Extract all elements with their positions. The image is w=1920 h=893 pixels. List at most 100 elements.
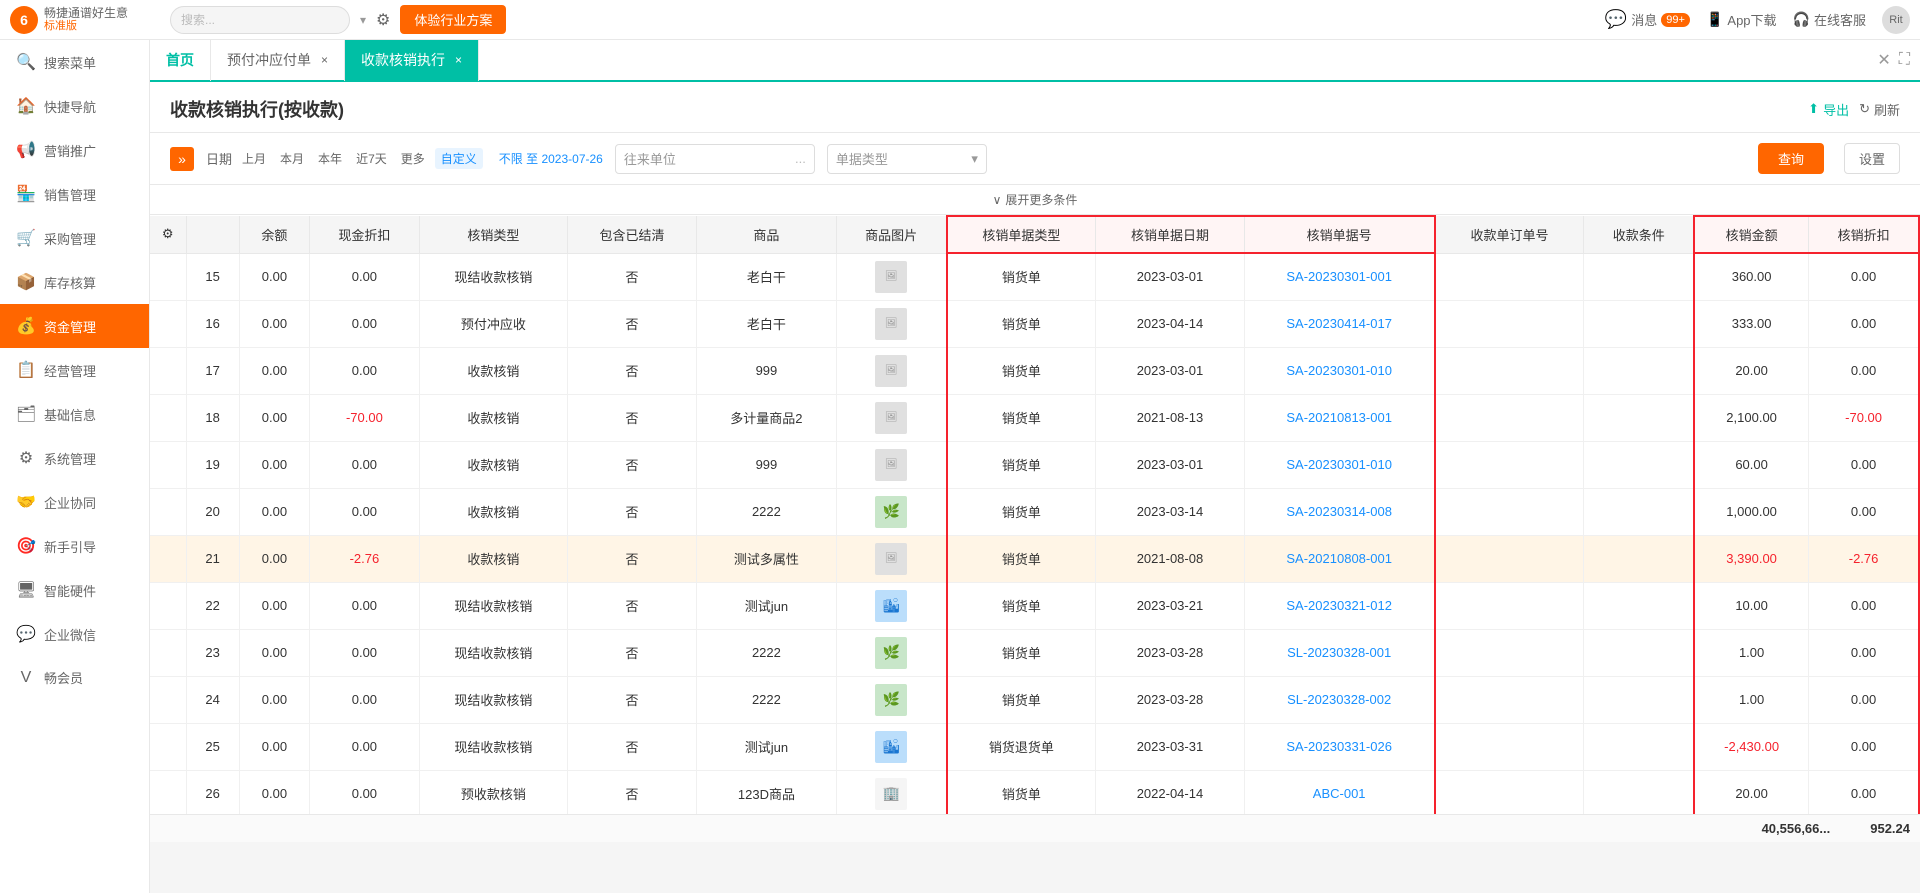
td-voucher-no[interactable]: SA-20230414-017 <box>1244 300 1434 347</box>
td-seq: 23 <box>186 629 239 676</box>
td-verify-amount: 60.00 <box>1694 441 1809 488</box>
td-receipt-condition <box>1584 629 1694 676</box>
voucher-no-link[interactable]: SA-20230314-008 <box>1286 504 1392 519</box>
table-row: 20 0.00 0.00 收款核销 否 2222 🌿 销货单 2023-03-1… <box>150 488 1919 535</box>
tab-prepay-label: 预付冲应付单 <box>227 50 311 70</box>
sidebar-item-wechat[interactable]: 💬 企业微信 <box>0 612 149 656</box>
tab-receipt[interactable]: 收款核销执行 × <box>345 40 479 81</box>
search-bar[interactable]: 搜索... <box>170 6 350 34</box>
sidebar-item-shortcut[interactable]: 🏠 快捷导航 <box>0 84 149 128</box>
tab-home[interactable]: 首页 <box>150 40 211 81</box>
date-opt-more[interactable]: 更多 <box>397 148 429 169</box>
td-cash-discount: 0.00 <box>310 441 419 488</box>
td-voucher-date: 2023-03-28 <box>1096 676 1244 723</box>
th-receipt-condition: 收款条件 <box>1584 216 1694 253</box>
td-voucher-no[interactable]: SA-20210813-001 <box>1244 394 1434 441</box>
sidebar-item-member[interactable]: V 畅会员 <box>0 656 149 699</box>
sales-icon: 🏪 <box>16 184 36 204</box>
voucher-no-link[interactable]: SL-20230328-001 <box>1287 645 1391 660</box>
voucher-type-select[interactable]: 单据类型 ▾ <box>827 144 987 174</box>
trial-button[interactable]: 体验行业方案 <box>400 5 506 34</box>
logo: 6 畅捷通谱好生意 标准版 <box>10 6 160 34</box>
td-settings <box>150 770 186 817</box>
online-service-link[interactable]: 🎧 在线客服 <box>1793 10 1866 29</box>
td-voucher-no[interactable]: SL-20230328-002 <box>1244 676 1434 723</box>
voucher-no-link[interactable]: SA-20230301-001 <box>1286 269 1392 284</box>
avatar[interactable]: Rit <box>1882 6 1910 34</box>
sidebar-item-label: 企业微信 <box>44 625 96 644</box>
sidebar-item-enterprise[interactable]: 🤝 企业协同 <box>0 480 149 524</box>
sidebar-item-marketing[interactable]: 📢 营销推广 <box>0 128 149 172</box>
td-verify-amount: -2,430.00 <box>1694 723 1809 770</box>
th-verify-amount: 核销金额 <box>1694 216 1809 253</box>
date-label: 日期 <box>206 149 232 168</box>
export-button[interactable]: ⬆ 导出 <box>1808 100 1849 119</box>
voucher-no-link[interactable]: SA-20230414-017 <box>1286 316 1392 331</box>
sidebar-item-search[interactable]: 🔍 搜索菜单 <box>0 40 149 84</box>
sidebar-item-basic[interactable]: 🗂 基础信息 <box>0 392 149 436</box>
tab-prepay[interactable]: 预付冲应付单 × <box>211 40 345 81</box>
voucher-no-link[interactable]: SA-20210808-001 <box>1286 551 1392 566</box>
unit-input[interactable]: 往来单位 ... <box>615 144 815 174</box>
settings-icon[interactable]: ⚙ <box>376 10 390 30</box>
date-opt-last-month[interactable]: 上月 <box>238 148 270 169</box>
sidebar-item-smart[interactable]: 🖥 智能硬件 <box>0 568 149 612</box>
voucher-no-link[interactable]: SA-20210813-001 <box>1286 410 1392 425</box>
td-voucher-date: 2022-04-14 <box>1096 770 1244 817</box>
td-cash-discount: 0.00 <box>310 676 419 723</box>
td-settings <box>150 676 186 723</box>
close-tab-prepay[interactable]: × <box>321 53 328 67</box>
td-product: 测试jun <box>697 723 837 770</box>
td-voucher-no[interactable]: ABC-001 <box>1244 770 1434 817</box>
tab-home-label: 首页 <box>166 50 194 70</box>
td-voucher-no[interactable]: SL-20230328-001 <box>1244 629 1434 676</box>
refresh-button[interactable]: ↻ 刷新 <box>1859 100 1900 119</box>
voucher-no-link[interactable]: SL-20230328-002 <box>1287 692 1391 707</box>
sidebar-item-guide[interactable]: 🎯 新手引导 <box>0 524 149 568</box>
close-window-icon[interactable]: ✕ <box>1877 50 1890 70</box>
td-voucher-no[interactable]: SA-20230331-026 <box>1244 723 1434 770</box>
close-tab-receipt[interactable]: × <box>455 53 462 67</box>
voucher-no-link[interactable]: SA-20230301-010 <box>1286 457 1392 472</box>
sidebar-item-inventory[interactable]: 📦 库存核算 <box>0 260 149 304</box>
td-voucher-date: 2021-08-13 <box>1096 394 1244 441</box>
sidebar-item-finance[interactable]: 💰 资金管理 <box>0 304 149 348</box>
messages-button[interactable]: 💬 消息 99+ <box>1605 9 1690 30</box>
sidebar-item-sales[interactable]: 🏪 销售管理 <box>0 172 149 216</box>
app-download-link[interactable]: 📱 App下载 <box>1706 10 1777 29</box>
setting-button[interactable]: 设置 <box>1844 143 1900 174</box>
voucher-no-link[interactable]: SA-20230301-010 <box>1286 363 1392 378</box>
sidebar-item-business[interactable]: 📋 经营管理 <box>0 348 149 392</box>
td-cash-discount: 0.00 <box>310 770 419 817</box>
th-settings[interactable]: ⚙ <box>150 216 186 253</box>
td-voucher-no[interactable]: SA-20230301-010 <box>1244 441 1434 488</box>
td-voucher-no[interactable]: SA-20230321-012 <box>1244 582 1434 629</box>
td-voucher-no[interactable]: SA-20230301-001 <box>1244 253 1434 300</box>
voucher-no-link[interactable]: SA-20230321-012 <box>1286 598 1392 613</box>
td-product: 2222 <box>697 676 837 723</box>
logo-icon: 6 <box>10 6 38 34</box>
td-product-img: 🖼 <box>836 347 946 394</box>
td-product-img: 🖼 <box>836 300 946 347</box>
voucher-no-link[interactable]: SA-20230331-026 <box>1286 739 1392 754</box>
td-voucher-no[interactable]: SA-20230314-008 <box>1244 488 1434 535</box>
td-voucher-no[interactable]: SA-20230301-010 <box>1244 347 1434 394</box>
maximize-icon[interactable]: ⛶ <box>1899 51 1910 69</box>
date-opt-this-month[interactable]: 本月 <box>276 148 308 169</box>
td-settings <box>150 488 186 535</box>
filter-expand-button[interactable]: » <box>170 147 194 171</box>
sidebar-item-system[interactable]: ⚙ 系统管理 <box>0 436 149 480</box>
expand-more-button[interactable]: ∨ 展开更多条件 <box>993 191 1078 208</box>
top-bar-right: 💬 消息 99+ 📱 App下载 🎧 在线客服 Rit <box>1605 6 1910 34</box>
td-voucher-no[interactable]: SA-20210808-001 <box>1244 535 1434 582</box>
date-opt-custom[interactable]: 自定义 <box>435 148 483 169</box>
home-icon: 🏠 <box>16 96 36 116</box>
td-seq: 15 <box>186 253 239 300</box>
query-button[interactable]: 查询 <box>1758 143 1824 174</box>
voucher-no-link[interactable]: ABC-001 <box>1313 786 1366 801</box>
date-opt-this-year[interactable]: 本年 <box>314 148 346 169</box>
td-verify-type: 现结收款核销 <box>419 582 567 629</box>
date-opt-7days[interactable]: 近7天 <box>352 148 391 169</box>
sidebar-item-purchase[interactable]: 🛒 采购管理 <box>0 216 149 260</box>
td-receipt-order-no <box>1435 723 1584 770</box>
